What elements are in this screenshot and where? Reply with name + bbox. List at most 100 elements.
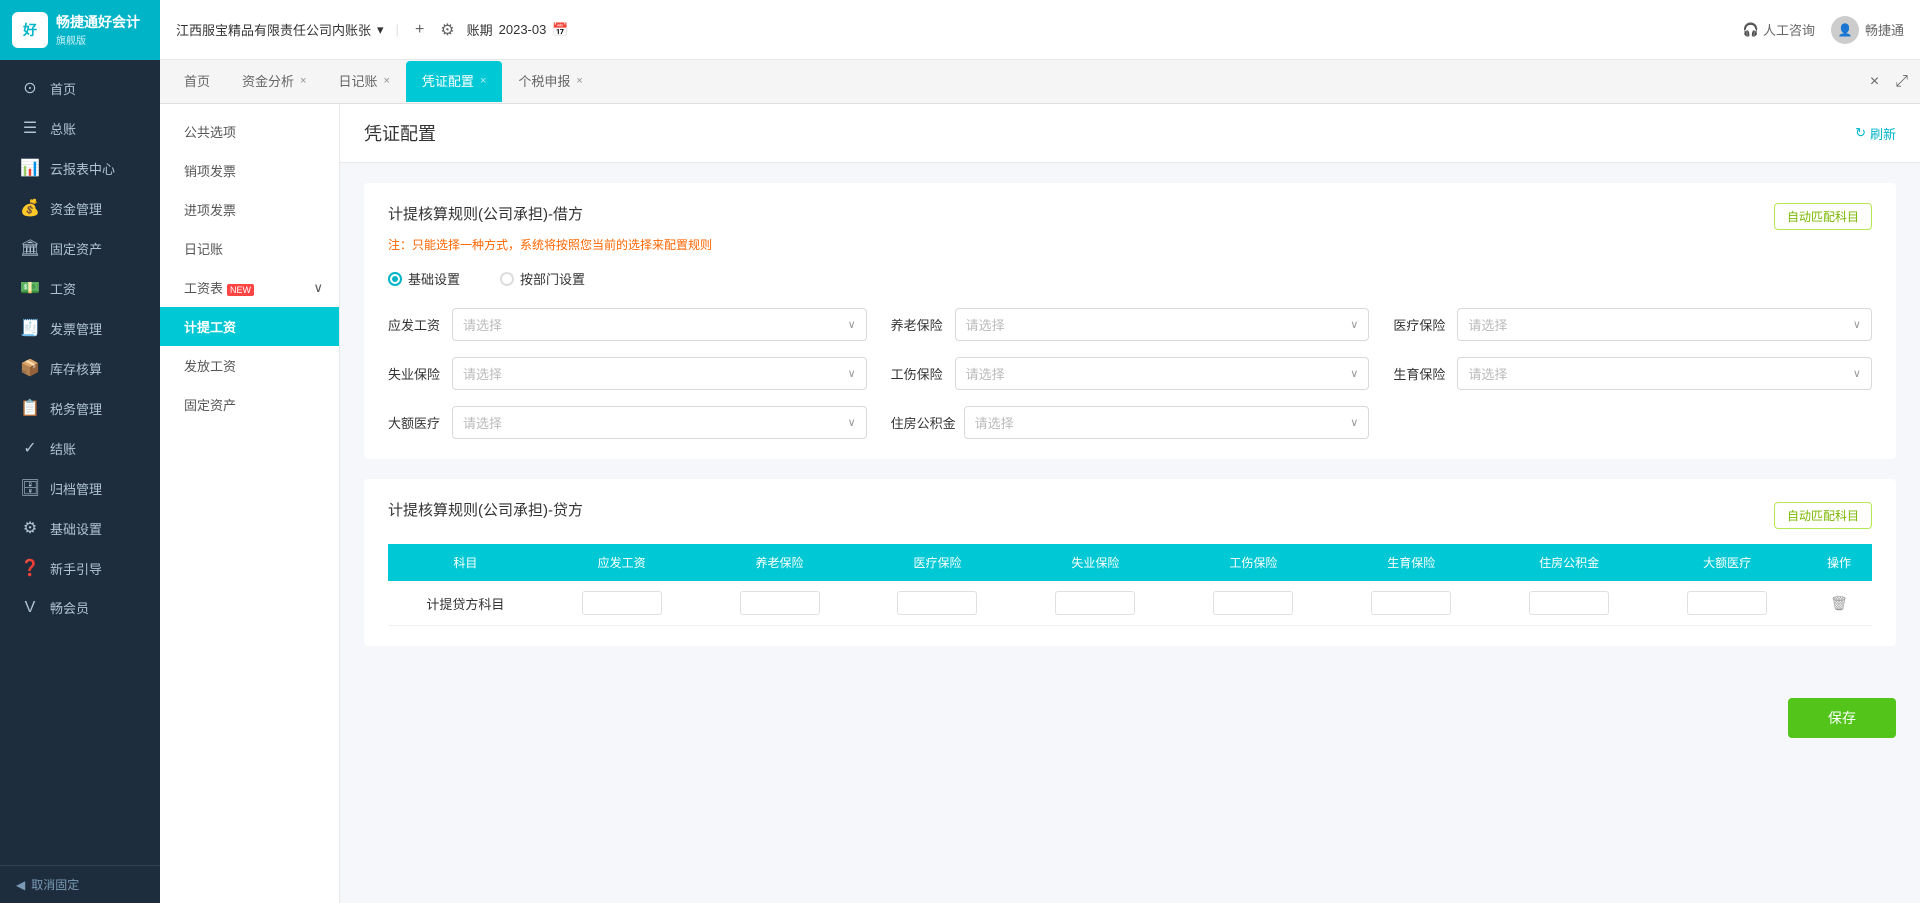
select-housing-fund[interactable]: 请选择 ∨ bbox=[964, 406, 1370, 439]
radio-department[interactable]: 按部门设置 bbox=[500, 269, 585, 288]
cancel-pin-button[interactable]: ◀ 取消固定 bbox=[0, 865, 160, 903]
input-credit-work-injury[interactable] bbox=[1213, 591, 1293, 615]
tab-journal[interactable]: 日记账 × bbox=[322, 61, 405, 102]
menu-public[interactable]: 公共选项 bbox=[160, 112, 339, 151]
sidebar-item-assets[interactable]: 🏛 固定资产 bbox=[0, 228, 160, 268]
tab-fund[interactable]: 资金分析 × bbox=[226, 61, 322, 102]
credit-title: 计提核算规则(公司承担)-贷方 bbox=[388, 499, 583, 520]
add-company-button[interactable]: + bbox=[411, 21, 428, 39]
input-credit-salary[interactable] bbox=[582, 591, 662, 615]
sidebar-nav: ⊙ 首页 ☰ 总账 📊 云报表中心 💰 资金管理 🏛 固定资产 💵 工资 🧾 发… bbox=[0, 60, 160, 865]
radio-basic-label: 基础设置 bbox=[408, 269, 460, 288]
tab-home[interactable]: 首页 bbox=[168, 61, 226, 102]
sidebar-item-settings[interactable]: ⚙ 基础设置 bbox=[0, 508, 160, 548]
tab-tax-close[interactable]: × bbox=[576, 75, 582, 87]
sidebar-label-tax: 税务管理 bbox=[50, 399, 102, 418]
tabbar: 首页 资金分析 × 日记账 × 凭证配置 × 个税申报 × × ⤢ bbox=[160, 60, 1920, 104]
tab-fund-label: 资金分析 bbox=[242, 71, 294, 90]
sidebar-item-home[interactable]: ⊙ 首页 bbox=[0, 68, 160, 108]
sidebar-item-reports[interactable]: 📊 云报表中心 bbox=[0, 148, 160, 188]
pin-icon: ◀ bbox=[16, 878, 25, 892]
company-name: 江西服宝精品有限责任公司内账张 bbox=[176, 20, 371, 39]
credit-section: 计提核算规则(公司承担)-贷方 自动匹配科目 科目 应发工资 养老保险 医疗保险 bbox=[364, 479, 1896, 646]
tax-icon: 📋 bbox=[20, 398, 40, 418]
sidebar-item-salary[interactable]: 💵 工资 bbox=[0, 268, 160, 308]
col-medical: 医疗保险 bbox=[859, 544, 1017, 581]
tab-fund-close[interactable]: × bbox=[300, 75, 306, 87]
tab-home-label: 首页 bbox=[184, 71, 210, 90]
select-salary[interactable]: 请选择 ∨ bbox=[452, 308, 867, 341]
sidebar-item-inventory[interactable]: 📦 库存核算 bbox=[0, 348, 160, 388]
user-menu[interactable]: 👤 畅捷通 bbox=[1831, 16, 1904, 44]
menu-fixed-assets[interactable]: 固定资产 bbox=[160, 385, 339, 424]
save-button[interactable]: 保存 bbox=[1788, 698, 1896, 738]
debit-auto-match-button[interactable]: 自动匹配科目 bbox=[1774, 203, 1872, 230]
close-tab-button[interactable]: × bbox=[1866, 69, 1883, 95]
col-maternity: 生育保险 bbox=[1332, 544, 1490, 581]
menu-purchase[interactable]: 进项发票 bbox=[160, 190, 339, 229]
tab-voucher-close[interactable]: × bbox=[480, 75, 486, 87]
service-label: 人工咨询 bbox=[1763, 20, 1815, 39]
select-work-injury[interactable]: 请选择 ∨ bbox=[955, 357, 1370, 390]
select-medical[interactable]: 请选择 ∨ bbox=[1457, 308, 1872, 341]
service-button[interactable]: 🎧 人工咨询 bbox=[1743, 20, 1815, 39]
input-credit-pension[interactable] bbox=[740, 591, 820, 615]
refresh-button[interactable]: ↻ 刷新 bbox=[1855, 124, 1896, 143]
sidebar-label-member: 畅会员 bbox=[50, 598, 89, 617]
credit-auto-match-button[interactable]: 自动匹配科目 bbox=[1774, 502, 1872, 529]
select-unemployment[interactable]: 请选择 ∨ bbox=[452, 357, 867, 390]
label-large-medical: 大额医疗 bbox=[388, 413, 444, 432]
company-selector[interactable]: 江西服宝精品有限责任公司内账张 ▾ bbox=[176, 20, 384, 39]
sidebar-item-funds[interactable]: 💰 资金管理 bbox=[0, 188, 160, 228]
sidebar-item-member[interactable]: V 畅会员 bbox=[0, 588, 160, 627]
select-pension[interactable]: 请选择 ∨ bbox=[955, 308, 1370, 341]
input-credit-medical[interactable] bbox=[897, 591, 977, 615]
home-icon: ⊙ bbox=[20, 78, 40, 98]
avatar: 👤 bbox=[1831, 16, 1859, 44]
sidebar-item-guide[interactable]: ❓ 新手引导 bbox=[0, 548, 160, 588]
menu-salary-table[interactable]: 工资表NEW ∨ bbox=[160, 268, 339, 307]
tab-journal-label: 日记账 bbox=[338, 71, 377, 90]
select-maternity[interactable]: 请选择 ∨ bbox=[1457, 357, 1872, 390]
input-credit-housing-fund[interactable] bbox=[1529, 591, 1609, 615]
menu-journal[interactable]: 日记账 bbox=[160, 229, 339, 268]
topbar-settings-icon[interactable]: ⚙ bbox=[440, 20, 454, 40]
input-credit-large-medical[interactable] bbox=[1687, 591, 1767, 615]
input-credit-unemployment[interactable] bbox=[1055, 591, 1135, 615]
menu-salary-calc[interactable]: 计提工资 bbox=[160, 307, 339, 346]
assets-icon: 🏛 bbox=[20, 238, 40, 258]
logo-subtitle: 旗舰版 bbox=[56, 32, 140, 47]
period-value: 2023-03 bbox=[499, 22, 547, 37]
sidebar-item-tax[interactable]: 📋 税务管理 bbox=[0, 388, 160, 428]
logo-icon: 好 bbox=[12, 12, 48, 48]
sidebar-item-invoice[interactable]: 🧾 发票管理 bbox=[0, 308, 160, 348]
col-pension: 养老保险 bbox=[701, 544, 859, 581]
tab-voucher[interactable]: 凭证配置 × bbox=[406, 61, 502, 102]
invoice-icon: 🧾 bbox=[20, 318, 40, 338]
select-large-medical[interactable]: 请选择 ∨ bbox=[452, 406, 867, 439]
col-salary: 应发工资 bbox=[543, 544, 701, 581]
menu-salary-pay[interactable]: 发放工资 bbox=[160, 346, 339, 385]
period-label: 账期 bbox=[467, 20, 493, 39]
sidebar-item-ledger[interactable]: ☰ 总账 bbox=[0, 108, 160, 148]
input-credit-maternity[interactable] bbox=[1371, 591, 1451, 615]
tab-journal-close[interactable]: × bbox=[383, 75, 389, 87]
sidebar-label-salary: 工资 bbox=[50, 279, 76, 298]
cell-medical bbox=[859, 581, 1017, 626]
radio-basic[interactable]: 基础设置 bbox=[388, 269, 460, 288]
tab-tax[interactable]: 个税申报 × bbox=[502, 61, 598, 102]
sidebar-label-checkout: 结账 bbox=[50, 439, 76, 458]
maximize-button[interactable]: ⤢ bbox=[1891, 69, 1912, 95]
delete-row-button[interactable]: 🗑 bbox=[1830, 595, 1848, 611]
chevron-down-icon: ∨ bbox=[848, 318, 856, 331]
sidebar-label-inventory: 库存核算 bbox=[50, 359, 102, 378]
sidebar-item-checkout[interactable]: ✓ 结账 bbox=[0, 428, 160, 468]
credit-table-container: 科目 应发工资 养老保险 医疗保险 失业保险 工伤保险 生育保险 住房公积金 大… bbox=[388, 544, 1872, 626]
settings-icon: ⚙ bbox=[20, 518, 40, 538]
debit-title: 计提核算规则(公司承担)-借方 bbox=[388, 203, 712, 224]
menu-sales[interactable]: 销项发票 bbox=[160, 151, 339, 190]
calendar-icon[interactable]: 📅 bbox=[552, 22, 568, 38]
headset-icon: 🎧 bbox=[1743, 22, 1759, 38]
sidebar-item-archive[interactable]: 🗄 归档管理 bbox=[0, 468, 160, 508]
chevron-down-icon: ∨ bbox=[1853, 318, 1861, 331]
